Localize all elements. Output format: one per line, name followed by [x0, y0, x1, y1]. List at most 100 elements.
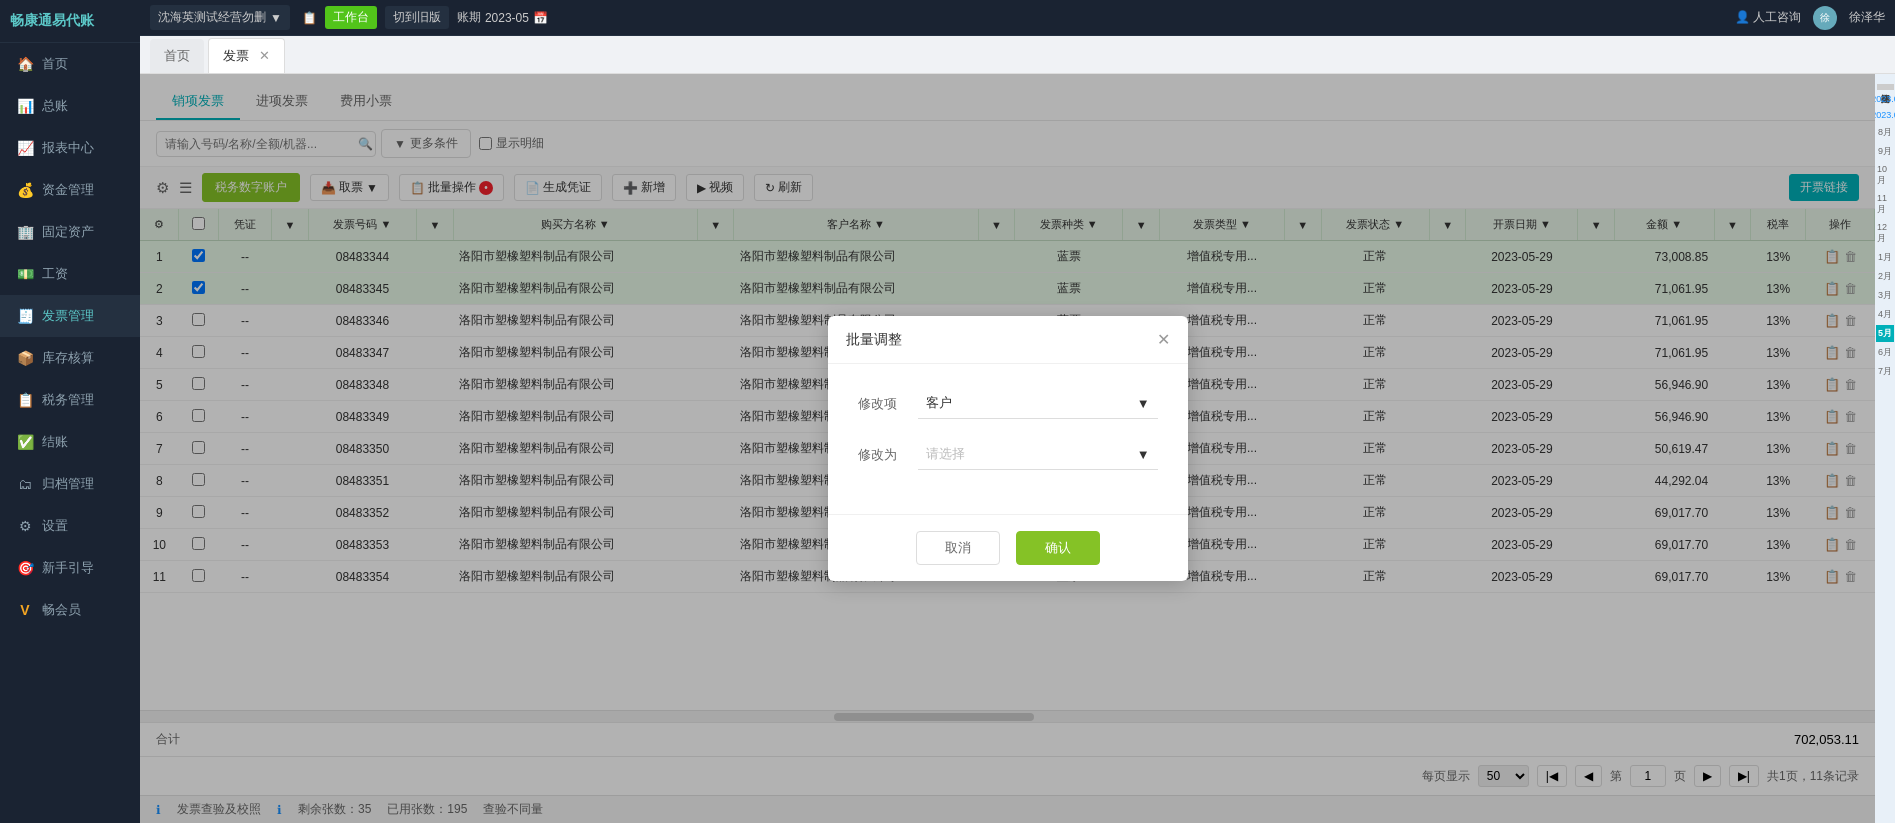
period-jan[interactable]: 1月: [1876, 249, 1894, 266]
sidebar-label-settings: 设置: [42, 517, 68, 535]
modal-footer: 取消 确认: [828, 514, 1188, 581]
page-tabs: 首页 发票 ✕: [140, 36, 1895, 74]
sidebar-item-invoice[interactable]: 🧾 发票管理: [0, 295, 140, 337]
modal-body: 修改项 客户 ▼ 修改为 请选择 ▼: [828, 364, 1188, 514]
modify-field-label: 修改项: [858, 395, 918, 413]
period-nov[interactable]: 11月: [1875, 191, 1895, 218]
sidebar: 畅康通易代账 🏠 首页 📊 总账 📈 报表中心 💰 资金管理 🏢 固定资产 💵 …: [0, 0, 140, 823]
modify-to-row: 修改为 请选择 ▼: [858, 439, 1158, 470]
sidebar-label-inventory: 库存核算: [42, 349, 94, 367]
sidebar-label-ledger: 总账: [42, 97, 68, 115]
home-icon: 🏠: [16, 56, 34, 72]
topbar-right: 👤 人工咨询 徐 徐泽华: [1735, 6, 1885, 30]
salary-icon: 💵: [16, 266, 34, 282]
reports-icon: 📈: [16, 140, 34, 156]
sidebar-label-close: 结账: [42, 433, 68, 451]
period-mar[interactable]: 3月: [1876, 287, 1894, 304]
period-dec[interactable]: 12月: [1875, 220, 1895, 247]
modal-cancel-btn[interactable]: 取消: [916, 531, 1000, 565]
to-dropdown-icon: ▼: [1137, 447, 1150, 462]
period-apr[interactable]: 4月: [1876, 306, 1894, 323]
sidebar-item-close[interactable]: ✅ 结账: [0, 421, 140, 463]
sidebar-item-tax[interactable]: 📋 税务管理: [0, 379, 140, 421]
calendar-icon[interactable]: 📅: [533, 11, 548, 25]
finance-icon: 💰: [16, 182, 34, 198]
sidebar-item-guide[interactable]: 🎯 新手引导: [0, 547, 140, 589]
modify-to-select[interactable]: 请选择 ▼: [918, 439, 1158, 470]
period-jul[interactable]: 7月: [1876, 363, 1894, 380]
period-2023-1[interactable]: 2023.0: [1875, 92, 1895, 106]
period-sep[interactable]: 9月: [1876, 143, 1894, 160]
service-icon: 👤: [1735, 10, 1750, 24]
sidebar-label-archive: 归档管理: [42, 475, 94, 493]
period-selector-label[interactable]: 期间选择: [1877, 84, 1894, 90]
member-icon: V: [16, 602, 34, 618]
modify-field-value: 客户: [926, 394, 952, 412]
sidebar-item-reports[interactable]: 📈 报表中心: [0, 127, 140, 169]
right-period-panel: 期间选择 2023.0 2023.0 8月 9月 10月 11月 12月 1月 …: [1875, 74, 1895, 823]
human-service-btn[interactable]: 👤 人工咨询: [1735, 9, 1801, 26]
period-oct[interactable]: 10月: [1875, 162, 1895, 189]
period-display: 账期 2023-05 📅: [457, 9, 548, 26]
batch-adjust-modal: 批量调整 ✕ 修改项 客户 ▼: [828, 316, 1188, 581]
sidebar-item-inventory[interactable]: 📦 库存核算: [0, 337, 140, 379]
tax-icon: 📋: [16, 392, 34, 408]
modal-title: 批量调整: [846, 331, 902, 349]
user-avatar: 徐: [1813, 6, 1837, 30]
company-dropdown-icon: ▼: [270, 11, 282, 25]
tab-invoice[interactable]: 发票 ✕: [208, 38, 285, 73]
modify-field-select[interactable]: 客户 ▼: [918, 388, 1158, 419]
sidebar-item-ledger[interactable]: 📊 总账: [0, 85, 140, 127]
sidebar-label-reports: 报表中心: [42, 139, 94, 157]
app-logo: 畅康通易代账: [0, 0, 140, 43]
period-aug[interactable]: 8月: [1876, 124, 1894, 141]
modify-field-row: 修改项 客户 ▼: [858, 388, 1158, 419]
sidebar-label-salary: 工资: [42, 265, 68, 283]
topbar: 沈海英测试经营勿删 ▼ 📋 工作台 切到旧版 账期 2023-05 📅 👤 人工…: [140, 0, 1895, 36]
content-area: 销项发票 进项发票 费用小票 🔍 ▼ 更多条件 显示明细: [140, 74, 1875, 823]
switch-version-button[interactable]: 切到旧版: [385, 6, 449, 29]
period-jun[interactable]: 6月: [1876, 344, 1894, 361]
sidebar-item-finance[interactable]: 💰 资金管理: [0, 169, 140, 211]
company-selector[interactable]: 沈海英测试经营勿删 ▼: [150, 5, 290, 30]
sidebar-item-salary[interactable]: 💵 工资: [0, 253, 140, 295]
archive-icon: 🗂: [16, 476, 34, 492]
sidebar-label-guide: 新手引导: [42, 559, 94, 577]
modal-close-btn[interactable]: ✕: [1157, 330, 1170, 349]
sidebar-item-archive[interactable]: 🗂 归档管理: [0, 463, 140, 505]
guide-icon: 🎯: [16, 560, 34, 576]
tab-invoice-label: 发票: [223, 48, 249, 63]
company-name: 沈海英测试经营勿删: [158, 9, 266, 26]
workbench-button[interactable]: 工作台: [325, 6, 377, 29]
sidebar-label-member: 畅会员: [42, 601, 81, 619]
sidebar-item-member[interactable]: V 畅会员: [0, 589, 140, 631]
ledger-icon: 📊: [16, 98, 34, 114]
close-period-icon: ✅: [16, 434, 34, 450]
modify-to-label: 修改为: [858, 446, 918, 464]
period-value: 2023-05: [485, 11, 529, 25]
modify-to-placeholder: 请选择: [926, 445, 965, 463]
sidebar-item-assets[interactable]: 🏢 固定资产: [0, 211, 140, 253]
main-content: 沈海英测试经营勿删 ▼ 📋 工作台 切到旧版 账期 2023-05 📅 👤 人工…: [140, 0, 1895, 823]
sidebar-label-invoice: 发票管理: [42, 307, 94, 325]
sidebar-label-assets: 固定资产: [42, 223, 94, 241]
sidebar-item-home[interactable]: 🏠 首页: [0, 43, 140, 85]
period-feb[interactable]: 2月: [1876, 268, 1894, 285]
invoice-icon: 🧾: [16, 308, 34, 324]
service-label: 人工咨询: [1753, 10, 1801, 24]
sidebar-item-settings[interactable]: ⚙ 设置: [0, 505, 140, 547]
sidebar-label-finance: 资金管理: [42, 181, 94, 199]
tab-home[interactable]: 首页: [150, 39, 204, 73]
assets-icon: 🏢: [16, 224, 34, 240]
period-may-active[interactable]: 5月: [1876, 325, 1894, 342]
period-2023-2[interactable]: 2023.0: [1875, 108, 1895, 122]
username: 徐泽华: [1849, 9, 1885, 26]
modal-overlay: 批量调整 ✕ 修改项 客户 ▼: [140, 74, 1875, 823]
modal-header: 批量调整 ✕: [828, 316, 1188, 364]
company-icon: 📋: [302, 11, 317, 25]
settings-icon: ⚙: [16, 518, 34, 534]
modal-confirm-btn[interactable]: 确认: [1016, 531, 1100, 565]
sidebar-label-tax: 税务管理: [42, 391, 94, 409]
tab-close-icon[interactable]: ✕: [259, 48, 270, 63]
inventory-icon: 📦: [16, 350, 34, 366]
